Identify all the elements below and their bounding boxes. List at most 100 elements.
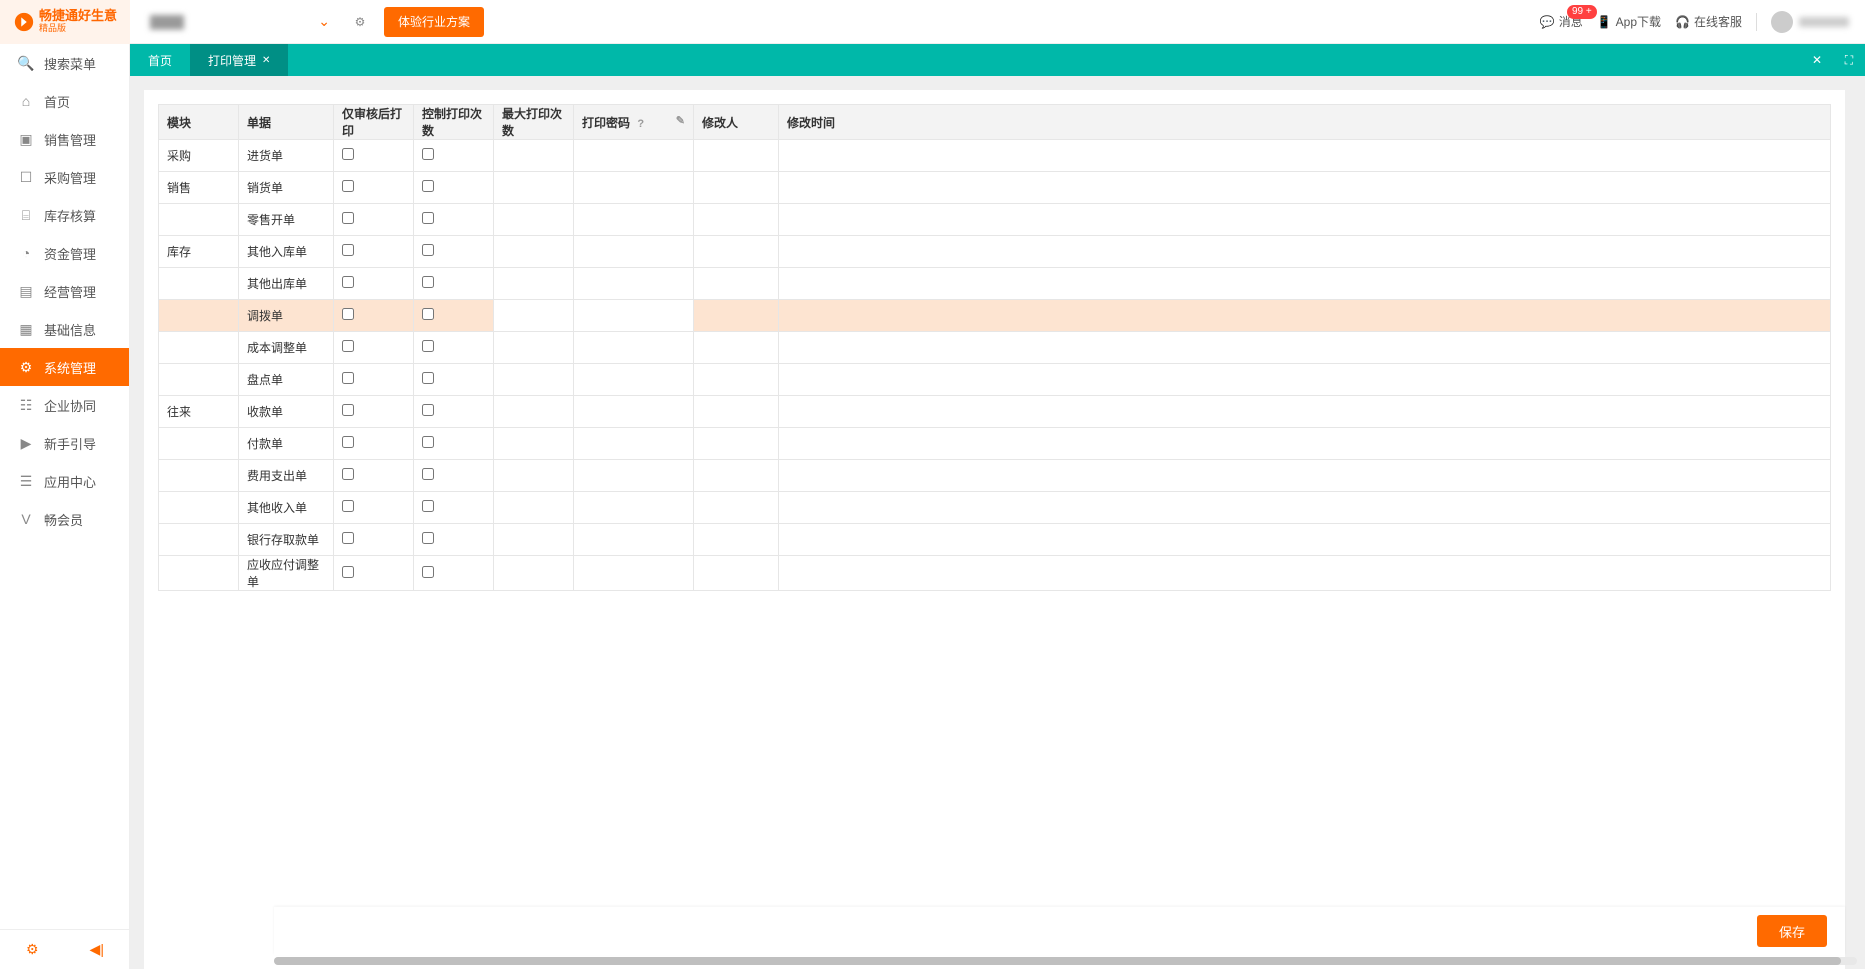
apps-icon: ☰: [18, 473, 34, 489]
edit-icon[interactable]: ✎: [676, 114, 685, 127]
sidebar-item-label: 采购管理: [44, 168, 96, 187]
settings-gear-button[interactable]: ⚙: [346, 8, 374, 36]
after-audit-checkbox[interactable]: [342, 212, 354, 224]
after-audit-checkbox[interactable]: [342, 308, 354, 320]
tab-close-icon[interactable]: ✕: [262, 55, 270, 66]
inventory-icon: ⌸: [18, 207, 34, 223]
ctrl-count-checkbox[interactable]: [422, 340, 434, 352]
sidebar-item-purchase[interactable]: ☐采购管理: [0, 158, 129, 196]
after-audit-checkbox[interactable]: [342, 340, 354, 352]
industry-plan-button[interactable]: 体验行业方案: [384, 7, 484, 37]
sidebar-item-home[interactable]: ⌂首页: [0, 82, 129, 120]
cell-after-audit: [334, 172, 414, 204]
ctrl-count-checkbox[interactable]: [422, 436, 434, 448]
cell-ctrl-count: [414, 236, 494, 268]
cell-doc: 盘点单: [239, 364, 334, 396]
cell-pwd: [574, 236, 694, 268]
sidebar-item-search[interactable]: 🔍搜索菜单: [0, 44, 129, 82]
ctrl-count-checkbox[interactable]: [422, 404, 434, 416]
app-download-button[interactable]: 📱 App下载: [1597, 13, 1661, 30]
ctrl-count-checkbox[interactable]: [422, 212, 434, 224]
th-after-audit: 仅审核后打印: [334, 105, 414, 140]
ctrl-count-checkbox[interactable]: [422, 468, 434, 480]
logo[interactable]: 畅捷通好生意 精品版: [0, 0, 130, 44]
ctrl-count-checkbox[interactable]: [422, 372, 434, 384]
cell-after-audit: [334, 140, 414, 172]
sidebar-item-system[interactable]: ⚙系统管理: [0, 348, 129, 386]
tab-close-all[interactable]: ✕: [1801, 44, 1833, 76]
cell-ctrl-count: [414, 428, 494, 460]
settings-icon[interactable]: ⚙: [24, 942, 40, 958]
tab-print[interactable]: 打印管理 ✕: [190, 44, 288, 76]
ctrl-count-checkbox[interactable]: [422, 566, 434, 578]
cell-doc: 费用支出单: [239, 460, 334, 492]
cell-max-count: [494, 204, 574, 236]
sidebar-item-funds[interactable]: ◔资金管理: [0, 234, 129, 272]
ctrl-count-checkbox[interactable]: [422, 244, 434, 256]
after-audit-checkbox[interactable]: [342, 468, 354, 480]
after-audit-checkbox[interactable]: [342, 372, 354, 384]
after-audit-checkbox[interactable]: [342, 436, 354, 448]
ctrl-count-checkbox[interactable]: [422, 308, 434, 320]
sidebar-item-inventory[interactable]: ⌸库存核算: [0, 196, 129, 234]
table-row: 其他出库单: [159, 268, 1831, 300]
fullscreen-button[interactable]: ⛶: [1833, 44, 1865, 76]
logo-icon: [13, 11, 35, 33]
sidebar-item-label: 基础信息: [44, 320, 96, 339]
pwd-input[interactable]: [574, 300, 693, 331]
cell-mod-time: [779, 204, 1831, 236]
th-mod-time: 修改时间: [779, 105, 1831, 140]
ctrl-count-checkbox[interactable]: [422, 148, 434, 160]
online-service-label: 在线客服: [1694, 13, 1742, 30]
cell-mod-time: [779, 140, 1831, 172]
tab-home[interactable]: 首页: [130, 44, 190, 76]
ctrl-count-checkbox[interactable]: [422, 180, 434, 192]
sidebar-item-collab[interactable]: ☷企业协同: [0, 386, 129, 424]
cell-pwd: [574, 428, 694, 460]
ctrl-count-checkbox[interactable]: [422, 532, 434, 544]
sidebar-item-basic[interactable]: ▦基础信息: [0, 310, 129, 348]
ctrl-count-checkbox[interactable]: [422, 500, 434, 512]
after-audit-checkbox[interactable]: [342, 532, 354, 544]
cell-max-count: [494, 268, 574, 300]
sidebar-item-label: 资金管理: [44, 244, 96, 263]
cell-after-audit: [334, 364, 414, 396]
table-row: 成本调整单: [159, 332, 1831, 364]
user-menu[interactable]: [1771, 11, 1849, 33]
tab-label: 打印管理: [208, 52, 256, 69]
guide-icon: ▶: [18, 435, 34, 451]
chat-icon: 💬: [1540, 15, 1555, 29]
cell-ctrl-count: [414, 268, 494, 300]
online-service-button[interactable]: 🎧 在线客服: [1675, 13, 1742, 30]
cell-mod-time: [779, 428, 1831, 460]
print-settings-table: 模块 单据 仅审核后打印 控制打印次数 最大打印次数 打印密码 ? ✎ 修改人 …: [158, 104, 1831, 591]
sidebar-item-apps[interactable]: ☰应用中心: [0, 462, 129, 500]
sidebar-item-vip[interactable]: V畅会员: [0, 500, 129, 538]
account-selector[interactable]: ████ ⌄: [140, 7, 340, 37]
help-icon[interactable]: ?: [637, 118, 644, 130]
after-audit-checkbox[interactable]: [342, 148, 354, 160]
th-modifier: 修改人: [694, 105, 779, 140]
table-row: 调拨单: [159, 300, 1831, 332]
ctrl-count-checkbox[interactable]: [422, 276, 434, 288]
sidebar-item-report[interactable]: ▤经营管理: [0, 272, 129, 310]
cell-ctrl-count: [414, 460, 494, 492]
collapse-icon[interactable]: ◀|: [89, 942, 105, 958]
save-button[interactable]: 保存: [1757, 915, 1827, 947]
after-audit-checkbox[interactable]: [342, 180, 354, 192]
after-audit-checkbox[interactable]: [342, 244, 354, 256]
messages-button[interactable]: 💬 消息 99 +: [1540, 13, 1583, 30]
horizontal-scrollbar[interactable]: [274, 957, 1857, 965]
sidebar-item-guide[interactable]: ▶新手引导: [0, 424, 129, 462]
after-audit-checkbox[interactable]: [342, 566, 354, 578]
sidebar-item-sales[interactable]: ▣销售管理: [0, 120, 129, 158]
cell-mod-time: [779, 492, 1831, 524]
after-audit-checkbox[interactable]: [342, 276, 354, 288]
after-audit-checkbox[interactable]: [342, 500, 354, 512]
cell-pwd: [574, 332, 694, 364]
th-doc: 单据: [239, 105, 334, 140]
after-audit-checkbox[interactable]: [342, 404, 354, 416]
cell-max-count: [494, 300, 574, 332]
cell-doc: 应收应付调整单: [239, 556, 334, 591]
max-count-input[interactable]: [494, 300, 573, 331]
